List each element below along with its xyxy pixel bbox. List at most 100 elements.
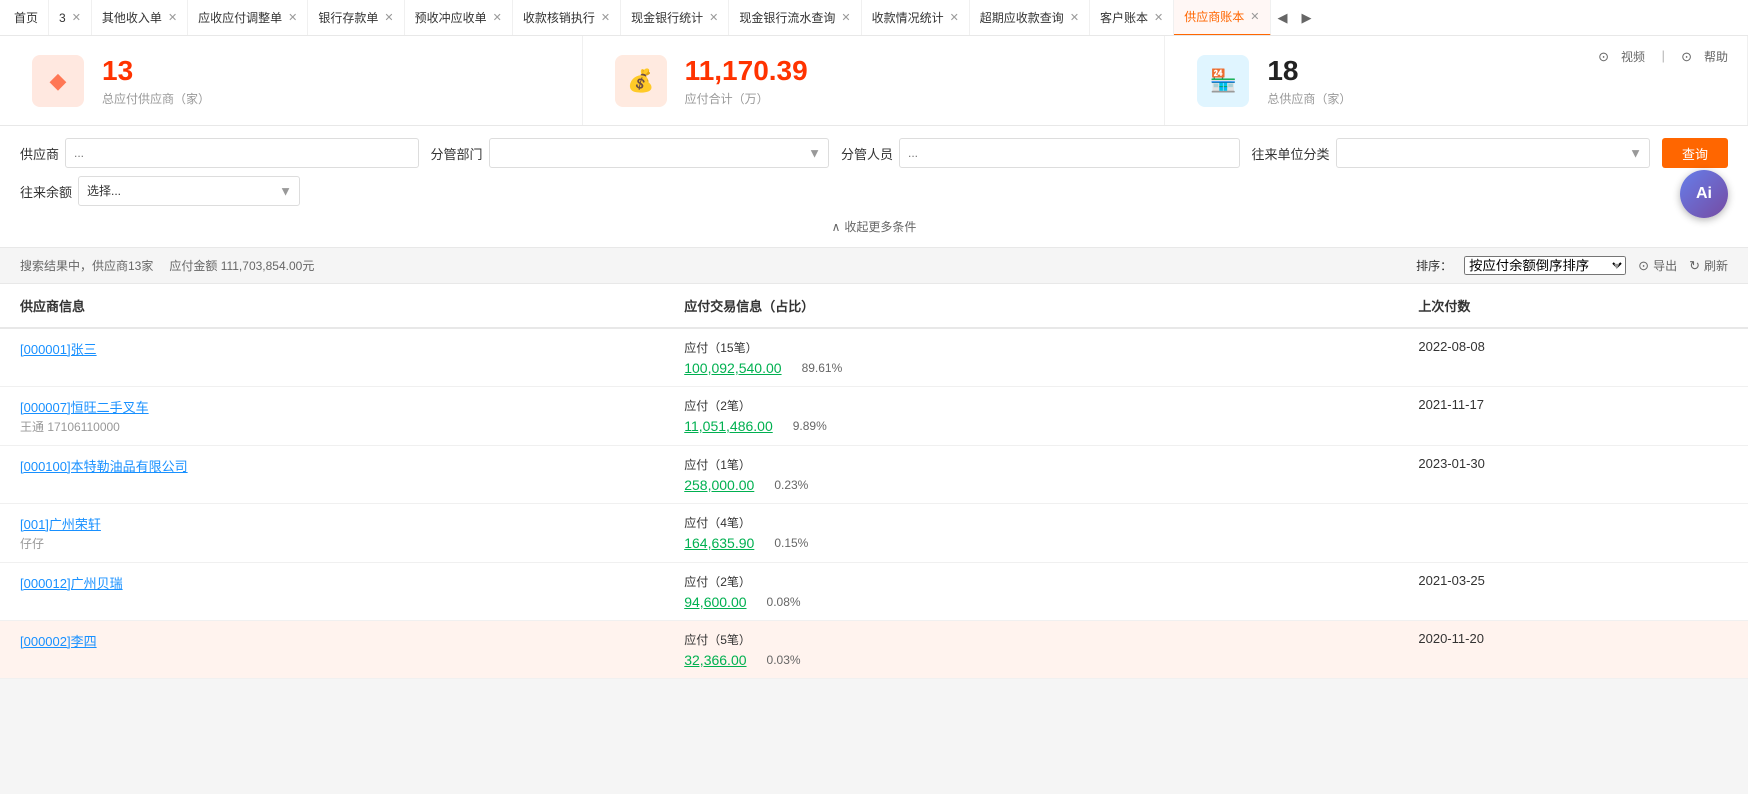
nav-tab-bank-label: 银行存款单 xyxy=(318,9,378,26)
payable-cell: 应付（1笔） 258,000.00 0.23% xyxy=(664,446,1398,504)
payable-amount-link[interactable]: 11,051,486.00 xyxy=(684,418,773,434)
nav-prev-arrow[interactable]: ◀ xyxy=(1271,0,1295,36)
supplier-link[interactable]: [000002]李四 xyxy=(20,634,97,649)
video-link[interactable]: 视频 xyxy=(1621,48,1645,65)
payable-amount-link[interactable]: 164,635.90 xyxy=(684,535,754,551)
table-row: [001]广州荣轩仔仔应付（4笔）164,635.900.15% xyxy=(0,504,1748,563)
nav-tab-home-label: 首页 xyxy=(14,9,38,26)
close-icon[interactable]: ✕ xyxy=(493,11,502,24)
last-pay-date: 2020-11-20 xyxy=(1418,631,1484,646)
supplier-cell: [001]广州荣轩仔仔 xyxy=(0,504,664,563)
supplier-filter-label: 供应商 xyxy=(20,144,59,163)
nav-tab-cashstat[interactable]: 现金银行统计 ✕ xyxy=(621,0,729,36)
last-pay-cell: 2023-01-30 xyxy=(1398,446,1748,504)
nav-tab-adjustment-label: 应收应付调整单 xyxy=(198,9,282,26)
nav-tab-home[interactable]: 首页 xyxy=(4,0,49,36)
close-icon[interactable]: ✕ xyxy=(168,11,177,24)
collapse-button[interactable]: ∧ 收起更多条件 xyxy=(832,214,917,239)
last-pay-date: 2022-08-08 xyxy=(1418,339,1485,354)
filter-category: 往来单位分类 ▼ xyxy=(1252,138,1651,168)
th-payable: 应付交易信息（占比） xyxy=(664,284,1398,328)
balance-filter-label: 往来余额 xyxy=(20,182,72,201)
dept-select[interactable] xyxy=(489,138,829,168)
total-payable-suppliers-label: 总应付供应商（家） xyxy=(102,90,210,107)
nav-tab-supplier-label: 供应商账本 xyxy=(1184,8,1244,25)
supplier-link[interactable]: [000001]张三 xyxy=(20,342,97,357)
supplier-link[interactable]: [001]广州荣轩 xyxy=(20,517,101,532)
nav-tab-3[interactable]: 3 ✕ xyxy=(49,0,92,36)
refresh-label: 刷新 xyxy=(1704,257,1728,274)
nav-tab-prepay-label: 预收冲应收单 xyxy=(415,9,487,26)
close-icon[interactable]: ✕ xyxy=(72,11,81,24)
table-row: [000007]恒旺二手叉车王通 17106110000应付（2笔）11,051… xyxy=(0,387,1748,446)
payable-count-label: 应付（2笔） xyxy=(684,573,1378,590)
nav-tab-receiptstat[interactable]: 收款情况统计 ✕ xyxy=(862,0,970,36)
payable-percent: 0.23% xyxy=(774,478,808,492)
results-supplier-count: 搜索结果中，供应商13家 xyxy=(20,257,153,274)
supplier-link[interactable]: [000012]广州贝瑞 xyxy=(20,576,123,591)
nav-tab-overdue[interactable]: 超期应收款查询 ✕ xyxy=(970,0,1090,36)
filter-balance: 往来余额 选择... ▼ xyxy=(20,176,300,206)
close-icon[interactable]: ✕ xyxy=(601,11,610,24)
payable-percent: 0.08% xyxy=(767,595,801,609)
nav-tab-supplier[interactable]: 供应商账本 ✕ xyxy=(1174,0,1270,36)
close-icon[interactable]: ✕ xyxy=(288,11,297,24)
nav-tab-adjustment[interactable]: 应收应付调整单 ✕ xyxy=(188,0,308,36)
table-row: [000100]本特勒油品有限公司 应付（1笔） 258,000.00 0.23% 20… xyxy=(0,446,1748,504)
nav-tab-3-label: 3 xyxy=(59,11,66,25)
nav-tab-receiptstat-label: 收款情况统计 xyxy=(872,9,944,26)
summary-card-suppliers: ◆ 13 总应付供应商（家） xyxy=(0,36,583,125)
nav-tab-verify[interactable]: 收款核销执行 ✕ xyxy=(513,0,621,36)
close-icon[interactable]: ✕ xyxy=(1250,10,1259,23)
nav-tab-cashflow[interactable]: 现金银行流水查询 ✕ xyxy=(729,0,861,36)
nav-tab-bank[interactable]: 银行存款单 ✕ xyxy=(308,0,404,36)
results-amount: 应付金额 111,703,854.00元 xyxy=(169,257,314,274)
person-filter-label: 分管人员 xyxy=(841,144,893,163)
close-icon[interactable]: ✕ xyxy=(384,11,393,24)
close-icon[interactable]: ✕ xyxy=(1070,11,1079,24)
sort-select[interactable]: 按应付余额倒序排序 按应付余额升序排序 xyxy=(1464,256,1626,275)
nav-next-arrow[interactable]: ▶ xyxy=(1295,0,1319,36)
search-button[interactable]: 查询 xyxy=(1662,138,1728,168)
supplier-link[interactable]: [000100]本特勒油品有限公司 xyxy=(20,459,188,474)
refresh-button[interactable]: ↻ 刷新 xyxy=(1689,257,1728,274)
dept-filter-label: 分管部门 xyxy=(431,144,483,163)
balance-select[interactable]: 选择... xyxy=(78,176,300,206)
nav-tab-cashflow-label: 现金银行流水查询 xyxy=(739,9,835,26)
payable-count-label: 应付（1笔） xyxy=(684,456,1378,473)
sort-label: 排序： xyxy=(1416,257,1452,274)
payable-amount-link[interactable]: 32,366.00 xyxy=(684,652,746,668)
ai-assistant-button[interactable]: Ai xyxy=(1680,170,1728,218)
export-icon: ⊙ xyxy=(1638,258,1649,274)
close-icon[interactable]: ✕ xyxy=(950,11,959,24)
close-icon[interactable]: ✕ xyxy=(1154,11,1163,24)
payable-percent: 9.89% xyxy=(793,419,827,433)
category-select[interactable] xyxy=(1336,138,1650,168)
payable-amount-link[interactable]: 100,092,540.00 xyxy=(684,360,781,376)
nav-tab-cashstat-label: 现金银行统计 xyxy=(631,9,703,26)
nav-tab-income[interactable]: 其他收入单 ✕ xyxy=(92,0,188,36)
payable-amount-link[interactable]: 258,000.00 xyxy=(684,477,754,493)
supplier-link[interactable]: [000007]恒旺二手叉车 xyxy=(20,400,149,415)
payable-percent: 89.61% xyxy=(802,361,843,375)
total-suppliers-label: 总供应商（家） xyxy=(1267,90,1351,107)
summary-bar: ◆ 13 总应付供应商（家） 💰 11,170.39 应付合计（万） 🏪 18 … xyxy=(0,36,1748,126)
nav-tab-customer[interactable]: 客户账本 ✕ xyxy=(1090,0,1174,36)
payable-percent: 0.15% xyxy=(774,536,808,550)
results-summary: 搜索结果中，供应商13家 应付金额 111,703,854.00元 xyxy=(20,257,314,274)
close-icon[interactable]: ✕ xyxy=(841,11,850,24)
results-bar: 搜索结果中，供应商13家 应付金额 111,703,854.00元 排序： 按应… xyxy=(0,248,1748,284)
nav-tab-prepay[interactable]: 预收冲应收单 ✕ xyxy=(405,0,513,36)
help-link[interactable]: 帮助 xyxy=(1704,48,1728,65)
data-table-container: 供应商信息 应付交易信息（占比） 上次付数 [000001]张三应付（15笔）1… xyxy=(0,284,1748,679)
supplier-input[interactable] xyxy=(65,138,418,168)
last-pay-date: 2021-11-17 xyxy=(1418,397,1484,412)
payable-amount-link[interactable]: 94,600.00 xyxy=(684,594,746,610)
diamond-icon: ◆ xyxy=(30,53,86,109)
close-icon[interactable]: ✕ xyxy=(709,11,718,24)
payable-cell: 应付（5笔）32,366.000.03% xyxy=(664,621,1398,679)
export-button[interactable]: ⊙ 导出 xyxy=(1638,257,1677,274)
filter-person: 分管人员 xyxy=(841,138,1240,168)
person-input[interactable] xyxy=(899,138,1239,168)
supplier-cell: [000002]李四 xyxy=(0,621,664,679)
